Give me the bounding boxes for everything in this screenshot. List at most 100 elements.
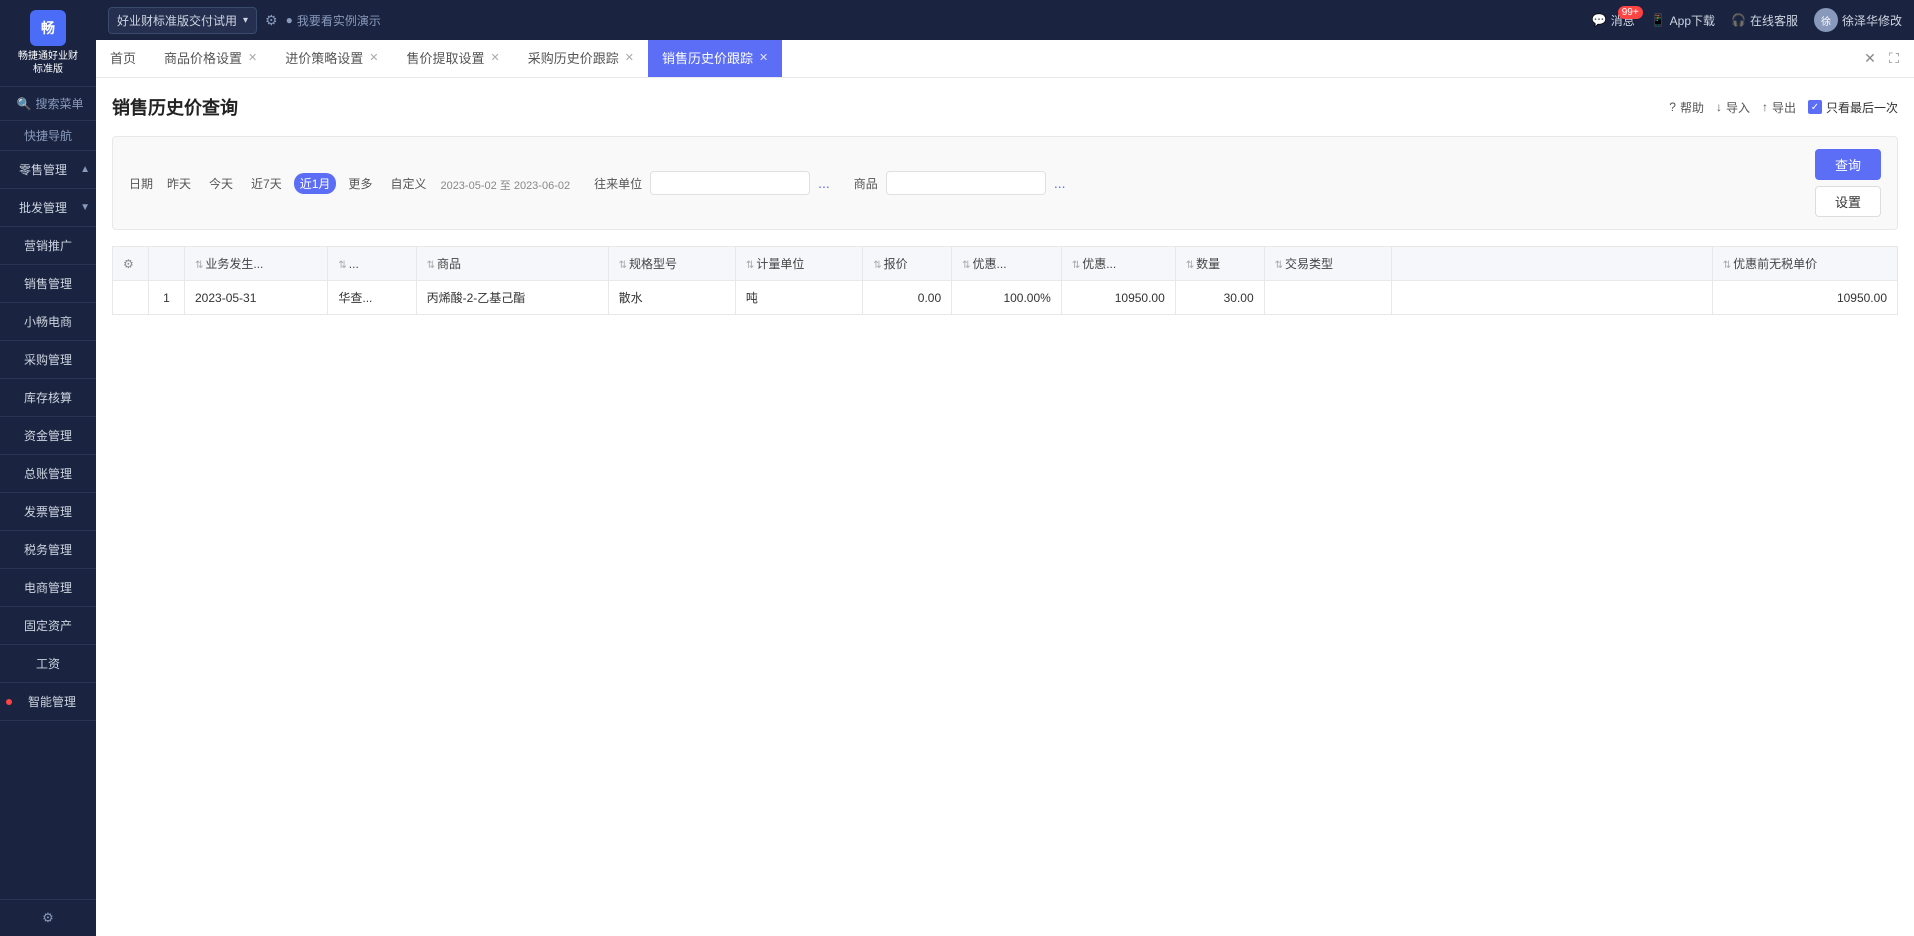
col-pretax-price[interactable]: ⇅优惠前无税单价: [1712, 247, 1897, 281]
sidebar-item-fixed-assets[interactable]: 固定资产: [0, 607, 96, 645]
col-trans-type[interactable]: ⇅交易类型: [1264, 247, 1391, 281]
product-label: 商品: [854, 175, 878, 192]
date-opt-last1m[interactable]: 近1月: [294, 173, 337, 194]
cell-more: 华查...: [328, 281, 416, 315]
sidebar-item-ledger[interactable]: 总账管理: [0, 455, 96, 493]
sidebar-item-ecommerce[interactable]: 电商管理: [0, 569, 96, 607]
col-date[interactable]: ⇅业务发生...: [185, 247, 328, 281]
sidebar-item-purchase[interactable]: 采购管理: [0, 341, 96, 379]
app-logo-icon: 畅: [30, 10, 66, 46]
sidebar-item-inventory[interactable]: 库存核算: [0, 379, 96, 417]
tab-sale-history-close[interactable]: ✕: [759, 51, 768, 64]
col-discount2[interactable]: ⇅优惠...: [1061, 247, 1175, 281]
tab-expand-button[interactable]: ⛶: [1882, 47, 1906, 71]
date-opt-yesterday[interactable]: 昨天: [161, 173, 197, 194]
online-service-button[interactable]: 🎧 在线客服: [1731, 12, 1798, 29]
app-download-button[interactable]: 📱 App下载: [1651, 12, 1715, 29]
col-num: [149, 247, 185, 281]
sidebar-item-marketing[interactable]: 营销推广: [0, 227, 96, 265]
demo-button[interactable]: ● 我要看实例演示: [286, 12, 381, 29]
tab-sale-price[interactable]: 售价提取设置 ✕: [392, 40, 513, 77]
company-selector[interactable]: 好业财标准版交付试用 ▾: [108, 7, 257, 34]
sidebar-item-sales[interactable]: 销售管理: [0, 265, 96, 303]
col-price[interactable]: ⇅报价: [863, 247, 952, 281]
sidebar-quick-nav[interactable]: 快捷导航: [0, 121, 96, 151]
chevron-down-icon: ▾: [243, 15, 248, 26]
demo-label: 我要看实例演示: [297, 12, 381, 29]
date-opt-today[interactable]: 今天: [203, 173, 239, 194]
sidebar-item-wholesale[interactable]: 批发管理 ▼: [0, 189, 96, 227]
sidebar-item-smart-mgmt[interactable]: 智能管理: [0, 683, 96, 721]
tab-purchase-history-close[interactable]: ✕: [625, 51, 634, 64]
page-content: 销售历史价查询 ? 帮助 ↓ 导入 ↑ 导出 ✓ 只看最后一次: [96, 78, 1914, 936]
tabbar: 首页 商品价格设置 ✕ 进价策略设置 ✕ 售价提取设置 ✕ 采购历史价跟踪 ✕ …: [96, 40, 1914, 78]
col-more[interactable]: ⇅...: [328, 247, 416, 281]
cell-unit: 吨: [735, 281, 862, 315]
sidebar-item-payroll[interactable]: 工资: [0, 645, 96, 683]
tab-close-button[interactable]: ✕: [1858, 47, 1882, 71]
col-discount1[interactable]: ⇅优惠...: [952, 247, 1062, 281]
cell-spacer: [1392, 281, 1713, 315]
sidebar-item-invoice[interactable]: 发票管理: [0, 493, 96, 531]
query-button[interactable]: 查询: [1815, 149, 1881, 180]
sidebar-item-ecommerce-small[interactable]: 小畅电商: [0, 303, 96, 341]
company-selector-label: 好业财标准版交付试用: [117, 12, 237, 29]
help-button[interactable]: ? 帮助: [1669, 99, 1704, 116]
tab-sale-price-label: 售价提取设置: [406, 48, 484, 67]
col-spacer: [1392, 247, 1713, 281]
sidebar-logo: 畅 畅捷通好业财标准版: [0, 0, 96, 87]
tab-purchase-strategy[interactable]: 进价策略设置 ✕: [271, 40, 392, 77]
sidebar-item-retail[interactable]: 零售管理 ▲: [0, 151, 96, 189]
tab-purchase-strategy-close[interactable]: ✕: [369, 51, 378, 64]
headset-icon: 🎧: [1731, 13, 1746, 27]
sidebar-item-invoice-label: 发票管理: [6, 503, 90, 520]
tab-price-label: 商品价格设置: [164, 48, 242, 67]
source-unit-input[interactable]: [650, 171, 810, 195]
page-header: 销售历史价查询 ? 帮助 ↓ 导入 ↑ 导出 ✓ 只看最后一次: [112, 94, 1898, 120]
col-unit[interactable]: ⇅计量单位: [735, 247, 862, 281]
user-info[interactable]: 徐 徐泽华修改: [1814, 8, 1902, 32]
avatar: 徐: [1814, 8, 1838, 32]
sidebar-item-purchase-label: 采购管理: [6, 351, 90, 368]
tab-price-close[interactable]: ✕: [248, 51, 257, 64]
search-icon: 🔍: [17, 97, 32, 111]
cell-date: 2023-05-31: [185, 281, 328, 315]
tab-sale-history[interactable]: 销售历史价跟踪 ✕: [648, 40, 782, 77]
filter-settings-button[interactable]: 设置: [1815, 186, 1881, 217]
username-label: 徐泽华修改: [1842, 12, 1902, 29]
sidebar-search[interactable]: 🔍 搜索菜单: [0, 87, 96, 121]
smart-mgmt-dot: [6, 699, 12, 705]
help-icon: ?: [1669, 100, 1676, 114]
col-product[interactable]: ⇅商品: [416, 247, 608, 281]
product-input[interactable]: [886, 171, 1046, 195]
filter-bar: 日期 昨天 今天 近7天 近1月 更多 自定义 2023-05-02 至 202…: [112, 136, 1898, 230]
only-last-checkbox[interactable]: ✓ 只看最后一次: [1808, 99, 1898, 116]
date-opt-more[interactable]: 更多: [342, 173, 378, 194]
col-quantity[interactable]: ⇅数量: [1175, 247, 1264, 281]
date-opt-custom[interactable]: 自定义: [384, 173, 432, 194]
cell-discount1: 100.00%: [952, 281, 1062, 315]
cell-spec: 散水: [608, 281, 735, 315]
cell-num: 1: [149, 281, 185, 315]
date-filter-label: 日期: [129, 175, 153, 192]
tab-sale-price-close[interactable]: ✕: [491, 51, 500, 64]
sidebar-item-payroll-label: 工资: [6, 655, 90, 672]
messages-button[interactable]: 💬 消息 99+: [1592, 12, 1635, 29]
online-service-label: 在线客服: [1750, 12, 1798, 29]
tab-home[interactable]: 首页: [96, 40, 150, 77]
product-dots-button[interactable]: ...: [1054, 175, 1066, 191]
col-spec[interactable]: ⇅规格型号: [608, 247, 735, 281]
chevron-down-icon: ▼: [80, 202, 90, 213]
tab-purchase-history[interactable]: 采购历史价跟踪 ✕: [514, 40, 648, 77]
sidebar-item-tax[interactable]: 税务管理: [0, 531, 96, 569]
source-unit-dots-button[interactable]: ...: [818, 175, 830, 191]
date-opt-last7[interactable]: 近7天: [245, 173, 288, 194]
import-button[interactable]: ↓ 导入: [1716, 99, 1750, 116]
sidebar-settings[interactable]: ⚙: [0, 899, 96, 936]
col-gear[interactable]: ⚙: [113, 247, 149, 281]
export-button[interactable]: ↑ 导出: [1762, 99, 1796, 116]
sidebar-item-finance-label: 资金管理: [6, 427, 90, 444]
topbar-settings-button[interactable]: ⚙: [265, 12, 278, 29]
tab-price[interactable]: 商品价格设置 ✕: [150, 40, 271, 77]
sidebar-item-finance[interactable]: 资金管理: [0, 417, 96, 455]
